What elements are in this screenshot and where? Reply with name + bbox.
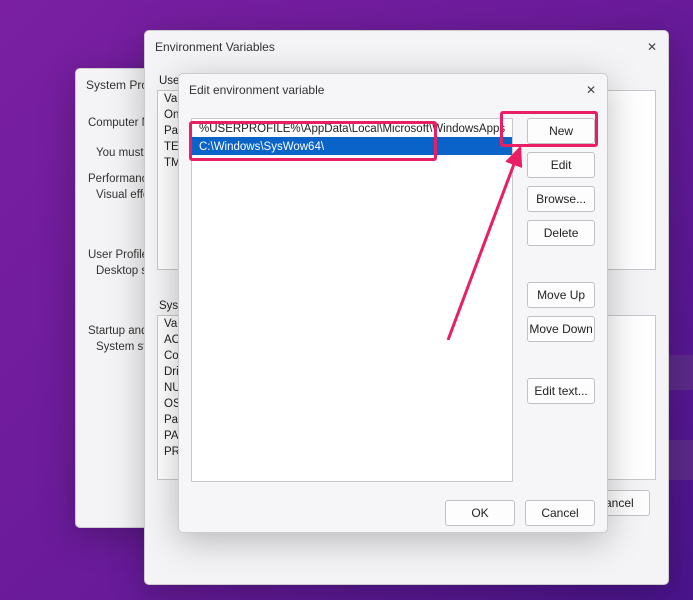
environment-variables-title-bar: Environment Variables ✕	[145, 31, 668, 63]
list-item[interactable]: %USERPROFILE%\AppData\Local\Microsoft\Wi…	[192, 119, 512, 137]
move-down-button[interactable]: Move Down	[527, 316, 595, 342]
list-item[interactable]: C:\Windows\SysWow64\	[192, 137, 512, 155]
edit-environment-variable-dialog: Edit environment variable ✕ %USERPROFILE…	[178, 73, 608, 533]
edit-dialog-title: Edit environment variable	[189, 83, 324, 97]
edit-button[interactable]: Edit	[527, 152, 595, 178]
path-list[interactable]: %USERPROFILE%\AppData\Local\Microsoft\Wi…	[191, 118, 513, 482]
delete-button[interactable]: Delete	[527, 220, 595, 246]
close-icon[interactable]: ✕	[581, 80, 601, 100]
ok-button[interactable]: OK	[445, 500, 515, 526]
new-button[interactable]: New	[527, 118, 595, 144]
edit-text-button[interactable]: Edit text...	[527, 378, 595, 404]
close-icon[interactable]: ✕	[642, 37, 662, 57]
edit-dialog-title-bar: Edit environment variable ✕	[179, 74, 607, 106]
environment-variables-title: Environment Variables	[155, 40, 275, 54]
cancel-button[interactable]: Cancel	[525, 500, 595, 526]
move-up-button[interactable]: Move Up	[527, 282, 595, 308]
browse-button[interactable]: Browse...	[527, 186, 595, 212]
edit-dialog-buttons: New Edit Browse... Delete Move Up Move D…	[527, 118, 595, 482]
